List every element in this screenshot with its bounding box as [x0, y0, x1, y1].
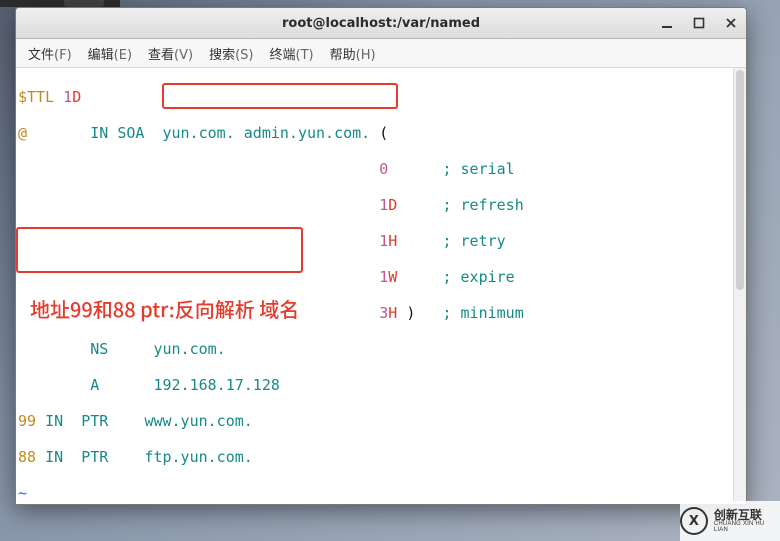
line-ptr-1: 99 IN PTR www.yun.com.: [18, 412, 732, 430]
menu-terminal[interactable]: 终端(T): [262, 41, 322, 66]
line-refresh: 1D ; refresh: [18, 196, 732, 214]
line-expire: 1W ; expire: [18, 268, 732, 286]
menu-edit-label: 编辑: [88, 48, 114, 63]
menu-terminal-label: 终端: [270, 48, 296, 63]
menu-file-mnemonic: (F): [54, 48, 72, 63]
watermark-line1: 创新互联: [714, 509, 780, 521]
menu-view-mnemonic: (V): [174, 48, 193, 63]
line-ttl: $TTL 1D: [18, 88, 732, 106]
line-soa: @ IN SOA yun.com. admin.yun.com. (: [18, 124, 732, 142]
menubar: 文件(F) 编辑(E) 查看(V) 搜索(S) 终端(T) 帮助(H): [16, 39, 746, 68]
scrollbar-thumb[interactable]: [736, 70, 744, 290]
terminal-area[interactable]: $TTL 1D @ IN SOA yun.com. admin.yun.com.…: [16, 68, 746, 504]
titlebar[interactable]: root@localhost:/var/named: [16, 8, 746, 39]
menu-search[interactable]: 搜索(S): [201, 41, 261, 66]
menu-help[interactable]: 帮助(H): [322, 41, 384, 66]
vim-empty-line: ~: [18, 484, 732, 502]
terminal-content: $TTL 1D @ IN SOA yun.com. admin.yun.com.…: [18, 70, 732, 502]
annotation-text: 地址99和88 ptr:反向解析 域名: [30, 300, 299, 318]
window-title: root@localhost:/var/named: [16, 16, 746, 31]
menu-edit[interactable]: 编辑(E): [80, 41, 140, 66]
terminal-window: root@localhost:/var/named 文件(F) 编辑(E) 查看…: [15, 7, 747, 505]
watermark-line2: CHUANG XIN HU LIAN: [714, 521, 780, 533]
line-a: A 192.168.17.128: [18, 376, 732, 394]
scrollbar[interactable]: [733, 68, 746, 504]
menu-help-label: 帮助: [330, 48, 356, 63]
watermark-text: 创新互联 CHUANG XIN HU LIAN: [714, 509, 780, 533]
menu-view-label: 查看: [148, 48, 174, 63]
top-panel-icon-fragment: [64, 0, 104, 7]
line-ptr-2: 88 IN PTR ftp.yun.com.: [18, 448, 732, 466]
menu-help-mnemonic: (H): [356, 48, 376, 63]
menu-search-label: 搜索: [209, 48, 235, 63]
line-serial: 0 ; serial: [18, 160, 732, 178]
watermark-logo-icon: X: [680, 507, 708, 535]
menu-file[interactable]: 文件(F): [20, 41, 80, 66]
menu-terminal-mnemonic: (T): [296, 48, 314, 63]
menu-file-label: 文件: [28, 48, 54, 63]
menu-view[interactable]: 查看(V): [140, 41, 201, 66]
menu-edit-mnemonic: (E): [114, 48, 132, 63]
line-retry: 1H ; retry: [18, 232, 732, 250]
line-ns: NS yun.com.: [18, 340, 732, 358]
menu-search-mnemonic: (S): [235, 48, 253, 63]
watermark: X 创新互联 CHUANG XIN HU LIAN: [680, 501, 780, 541]
